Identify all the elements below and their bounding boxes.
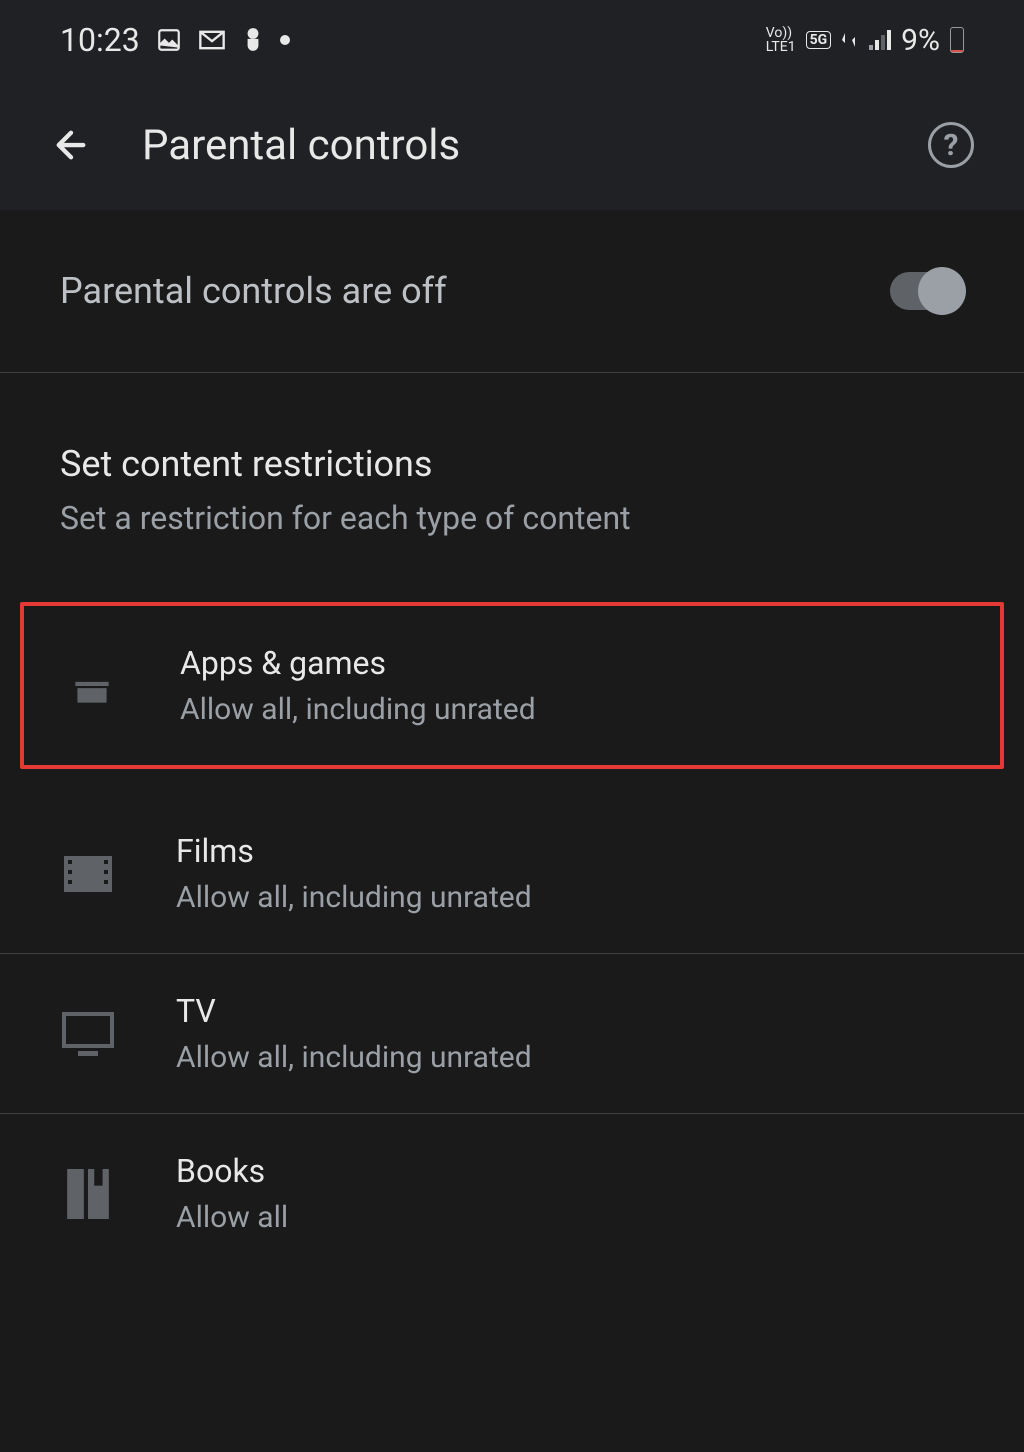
app-header: Parental controls ? (0, 80, 1024, 210)
restriction-desc: Allow all, including unrated (180, 692, 536, 727)
toggle-switch[interactable] (890, 272, 964, 310)
status-bar: 10:23 Vo))LTE1 5G 9% (0, 0, 1024, 80)
tv-icon (60, 1006, 116, 1062)
restriction-films[interactable]: Films Allow all, including unrated (0, 794, 1024, 954)
status-right: Vo))LTE1 5G 9% (766, 23, 964, 58)
restriction-text: Films Allow all, including unrated (176, 832, 532, 915)
back-arrow-icon[interactable] (50, 124, 92, 166)
restriction-title: Books (176, 1152, 288, 1190)
section-title: Set content restrictions (60, 443, 964, 485)
restriction-apps-games[interactable]: Apps & games Allow all, including unrate… (20, 602, 1004, 769)
film-icon (60, 846, 116, 902)
volte-icon: Vo))LTE1 (766, 26, 796, 54)
page-title: Parental controls (142, 121, 878, 170)
restriction-books[interactable]: Books Allow all (0, 1114, 1024, 1273)
restriction-title: Films (176, 832, 532, 870)
gmail-icon (198, 29, 226, 51)
section-subtitle: Set a restriction for each type of conte… (60, 499, 964, 537)
image-icon (156, 27, 182, 53)
restriction-text: Apps & games Allow all, including unrate… (180, 644, 536, 727)
status-time: 10:23 (60, 21, 140, 59)
restriction-text: Books Allow all (176, 1152, 288, 1235)
notification-icon (242, 27, 264, 53)
dot-icon (280, 35, 290, 45)
book-icon (60, 1166, 116, 1222)
battery-icon (950, 27, 964, 53)
restriction-title: TV (176, 992, 532, 1030)
section-header: Set content restrictions Set a restricti… (0, 373, 1024, 577)
restriction-desc: Allow all (176, 1200, 288, 1235)
signal-icon (869, 30, 891, 50)
status-left: 10:23 (60, 21, 290, 59)
toggle-label: Parental controls are off (60, 270, 447, 312)
5g-icon: 5G (806, 31, 832, 49)
data-arrows-icon (841, 31, 859, 49)
restriction-title: Apps & games (180, 644, 536, 682)
help-icon[interactable]: ? (928, 122, 974, 168)
restriction-text: TV Allow all, including unrated (176, 992, 532, 1075)
toggle-knob (918, 267, 966, 315)
parental-controls-toggle-row[interactable]: Parental controls are off (0, 210, 1024, 373)
restriction-tv[interactable]: TV Allow all, including unrated (0, 954, 1024, 1114)
android-icon (64, 658, 120, 714)
battery-percent: 9% (901, 23, 940, 58)
restriction-desc: Allow all, including unrated (176, 1040, 532, 1075)
restriction-desc: Allow all, including unrated (176, 880, 532, 915)
